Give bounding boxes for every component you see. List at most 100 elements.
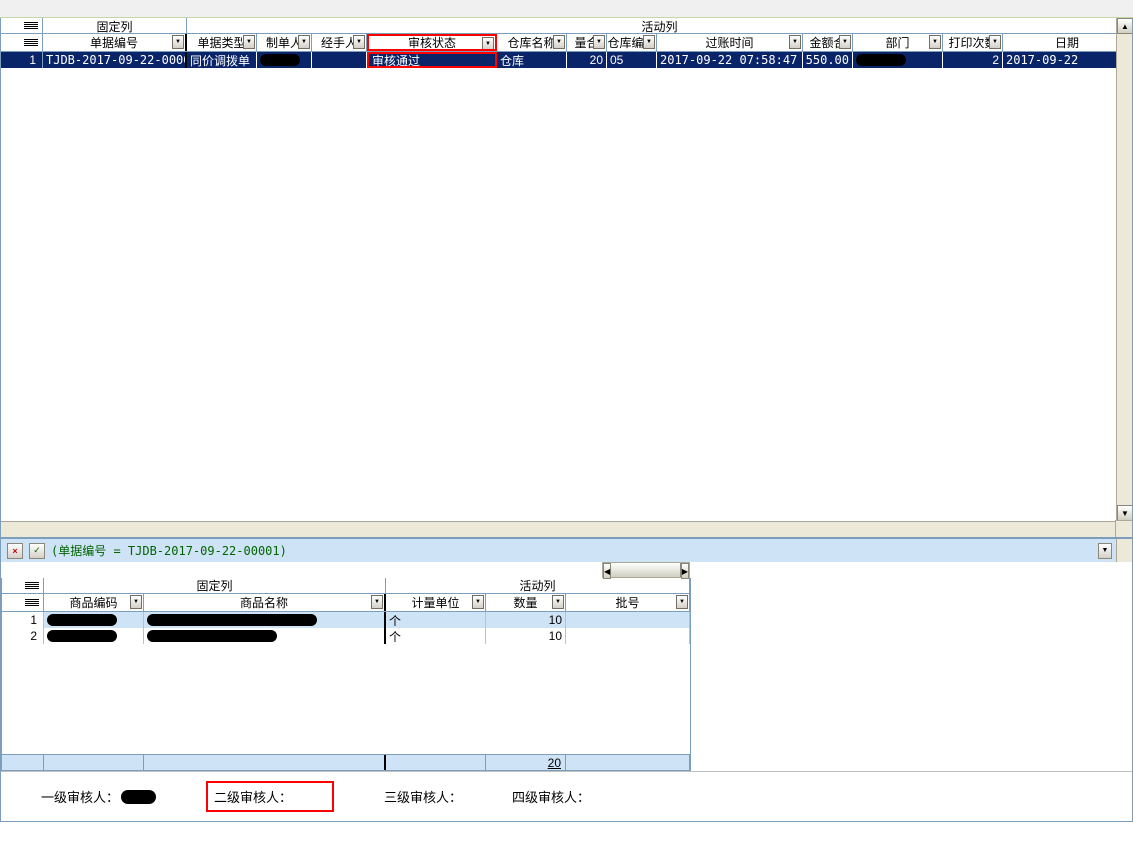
filter-bar: × ✓ (单据编号 = TJDB-2017-09-22-00001) ▼ xyxy=(1,538,1132,562)
reviewer-l3: 三级审核人： xyxy=(384,787,462,806)
cell-docno: TJDB-2017-09-22-00001 xyxy=(43,52,187,68)
dropdown-icon[interactable]: ▼ xyxy=(243,35,255,49)
cell-lot xyxy=(566,628,690,644)
filter-expression: (单据编号 = TJDB-2017-09-22-00001) xyxy=(51,542,287,559)
cell-name xyxy=(144,612,386,628)
scroll-right-icon[interactable]: ▶ xyxy=(681,563,689,579)
cell-code xyxy=(44,628,144,644)
v-scrollbar[interactable]: ▲ ▼ xyxy=(1116,18,1132,521)
row-handle-header[interactable] xyxy=(2,578,44,593)
menu-bar[interactable] xyxy=(0,0,1133,18)
row-handle-cols[interactable] xyxy=(1,34,43,51)
reviewer-footer: 一级审核人： 二级审核人： 三级审核人： 四级审核人： xyxy=(1,771,1132,821)
redacted xyxy=(147,614,317,626)
cell-time: 2017-09-22 07:58:47 xyxy=(657,52,803,68)
cell-qty: 10 xyxy=(486,612,566,628)
reviewer-l1: 一级审核人： xyxy=(41,787,156,806)
detail-h-scrollbar[interactable]: ◀ ▶ xyxy=(602,562,690,578)
col-code[interactable]: 商品编码▼ xyxy=(44,594,144,611)
cell-handler xyxy=(312,52,367,68)
col-unit[interactable]: 计量单位▼ xyxy=(386,594,486,611)
v-scrollbar[interactable] xyxy=(1116,539,1132,562)
col-type[interactable]: 单据类型▼ xyxy=(187,34,257,51)
dropdown-icon[interactable]: ▼ xyxy=(371,595,383,609)
dropdown-icon[interactable]: ▼ xyxy=(172,35,184,49)
col-qty[interactable]: 量合▼ xyxy=(567,34,607,51)
redacted xyxy=(147,630,277,642)
filter-check-button[interactable]: ✓ xyxy=(29,543,45,559)
filter-dropdown[interactable]: ▼ xyxy=(1098,543,1112,559)
scroll-left-icon[interactable]: ◀ xyxy=(603,563,611,579)
reviewer-l2: 二级审核人： xyxy=(206,781,334,812)
cell-status: 审核通过 xyxy=(367,52,497,68)
dropdown-icon[interactable]: ▼ xyxy=(643,35,655,49)
redacted xyxy=(47,614,117,626)
col-whno[interactable]: 仓库编号▼ xyxy=(607,34,657,51)
col-time[interactable]: 过账时间▼ xyxy=(657,34,803,51)
dropdown-icon[interactable]: ▼ xyxy=(353,35,365,49)
cell-lot xyxy=(566,612,690,628)
dropdown-icon[interactable]: ▼ xyxy=(130,595,142,609)
row-handle-header[interactable] xyxy=(1,18,43,33)
cell-qty: 20 xyxy=(567,52,607,68)
scroll-thumb[interactable] xyxy=(611,563,681,577)
cell-date: 2017-09-22 xyxy=(1003,52,1132,68)
row-handle-cols[interactable] xyxy=(2,594,44,611)
group-fixed: 固定列 xyxy=(43,18,187,33)
dropdown-icon[interactable]: ▼ xyxy=(929,35,941,49)
cell-whname: 仓库 xyxy=(497,52,567,68)
dropdown-icon[interactable]: ▼ xyxy=(676,595,688,609)
summary-row: 20 xyxy=(2,754,690,770)
dropdown-icon[interactable]: ▼ xyxy=(839,35,851,49)
dropdown-icon[interactable]: ▼ xyxy=(472,595,484,609)
cell-amt: 550.00 xyxy=(803,52,853,68)
row-index: 2 xyxy=(2,628,44,644)
col-prn[interactable]: 打印次数▼ xyxy=(943,34,1003,51)
row-index: 1 xyxy=(1,52,43,68)
col-lot[interactable]: 批号▼ xyxy=(566,594,690,611)
detail-grid: ◀ ▶ 固定列 活动列 商品编码▼ 商品名称▼ 计量单位▼ 数量▼ 批号▼ 1 … xyxy=(1,578,691,771)
dropdown-icon[interactable]: ▼ xyxy=(989,35,1001,49)
cell-qty: 10 xyxy=(486,628,566,644)
col-dept[interactable]: 部门▼ xyxy=(853,34,943,51)
col-handler[interactable]: 经手人▼ xyxy=(312,34,367,51)
col-qty[interactable]: 数量▼ xyxy=(486,594,566,611)
col-docno[interactable]: 单据编号▼ xyxy=(43,34,187,51)
col-status[interactable]: 审核状态▼ xyxy=(367,34,497,51)
cell-code xyxy=(44,612,144,628)
scroll-down-icon[interactable]: ▼ xyxy=(1117,505,1132,521)
dropdown-icon[interactable]: ▼ xyxy=(552,595,564,609)
cell-unit: 个 xyxy=(386,628,486,644)
dropdown-icon[interactable]: ▼ xyxy=(789,35,801,49)
table-row[interactable]: 2 个 10 xyxy=(2,628,690,644)
dropdown-icon[interactable]: ▼ xyxy=(482,37,494,51)
detail-group-fixed: 固定列 xyxy=(44,578,386,593)
cell-dept xyxy=(853,52,943,68)
col-name[interactable]: 商品名称▼ xyxy=(144,594,386,611)
filter-close-button[interactable]: × xyxy=(7,543,23,559)
table-row[interactable]: 1 TJDB-2017-09-22-00001 同价调拨单 审核通过 仓库 20… xyxy=(1,52,1132,68)
dropdown-icon[interactable]: ▼ xyxy=(593,35,605,49)
group-active: 活动列 xyxy=(187,18,1132,33)
summary-qty: 20 xyxy=(486,755,566,770)
redacted xyxy=(121,790,156,804)
cell-prn: 2 xyxy=(943,52,1003,68)
col-amt[interactable]: 金额合▼ xyxy=(803,34,853,51)
col-date[interactable]: 日期▼ xyxy=(1003,34,1132,51)
cell-unit: 个 xyxy=(386,612,486,628)
reviewer-l4: 四级审核人： xyxy=(512,787,590,806)
redacted xyxy=(260,54,300,66)
cell-maker xyxy=(257,52,312,68)
col-whname[interactable]: 仓库名称▼ xyxy=(497,34,567,51)
h-scrollbar[interactable] xyxy=(1,521,1116,537)
cell-type: 同价调拨单 xyxy=(187,52,257,68)
dropdown-icon[interactable]: ▼ xyxy=(298,35,310,49)
col-maker[interactable]: 制单人▼ xyxy=(257,34,312,51)
redacted xyxy=(856,54,906,66)
cell-name xyxy=(144,628,386,644)
redacted xyxy=(47,630,117,642)
cell-whno: 05 xyxy=(607,52,657,68)
dropdown-icon[interactable]: ▼ xyxy=(553,35,565,49)
table-row[interactable]: 1 个 10 xyxy=(2,612,690,628)
scroll-up-icon[interactable]: ▲ xyxy=(1117,18,1132,34)
